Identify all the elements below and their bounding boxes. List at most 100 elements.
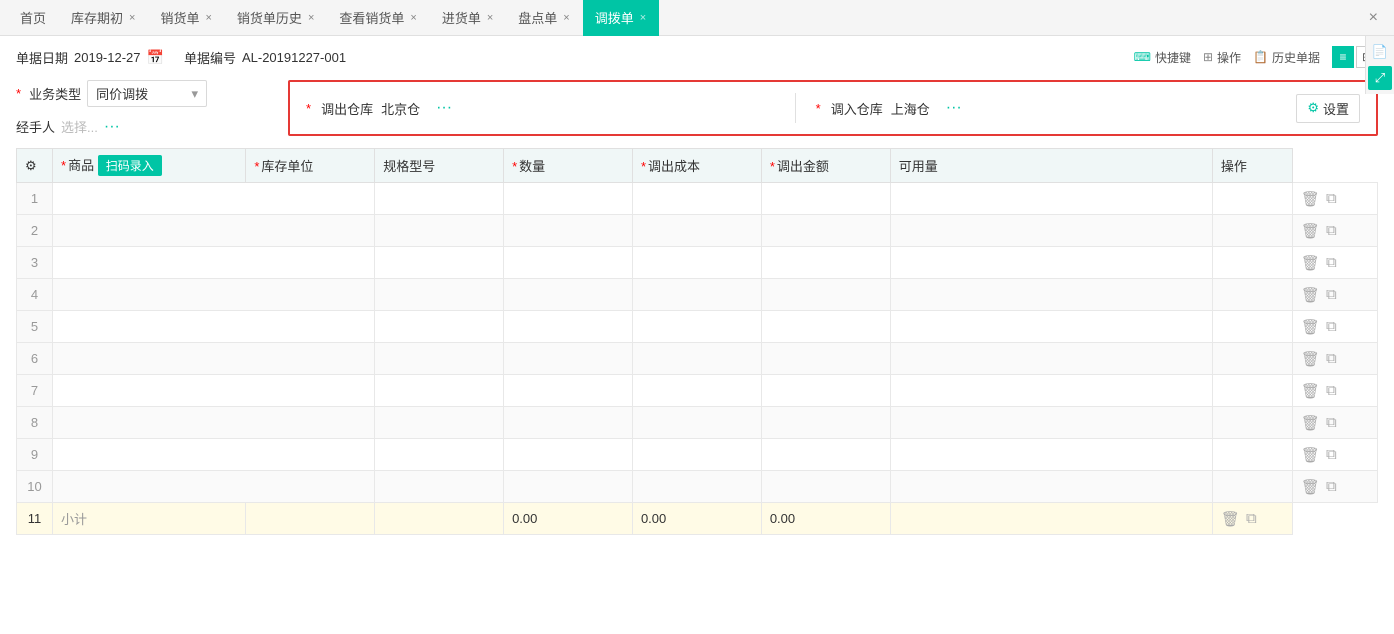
cell-product-9[interactable] xyxy=(53,439,375,471)
copy-icon-10[interactable]: ⧉ xyxy=(1326,478,1337,495)
tab-transfer-order[interactable]: 调拨单 × xyxy=(583,0,659,36)
scan-entry-button[interactable]: 扫码录入 xyxy=(98,155,162,176)
delete-icon-8[interactable]: 🗑 xyxy=(1301,414,1320,432)
tab-view-sales[interactable]: 查看销货单 × xyxy=(327,0,429,36)
copy-icon-11[interactable]: ⧉ xyxy=(1246,510,1257,527)
delete-icon-4[interactable]: 🗑 xyxy=(1301,286,1320,304)
cell-product-2[interactable] xyxy=(53,215,375,247)
cell-unit-4 xyxy=(375,279,504,311)
tab-close-sales-history[interactable]: × xyxy=(308,12,314,24)
delete-icon-7[interactable]: 🗑 xyxy=(1301,382,1320,400)
actions-button[interactable]: ⊞ 操作 xyxy=(1203,49,1241,66)
table-row: 10 🗑 ⧉ xyxy=(17,471,1378,503)
biz-type-row: * 业务类型 同价调拨 ▾ xyxy=(16,80,276,107)
cell-product-4[interactable] xyxy=(53,279,375,311)
cell-amount-10 xyxy=(890,471,1212,503)
table-row: 6 🗑 ⧉ xyxy=(17,343,1378,375)
tab-home[interactable]: 首页 xyxy=(8,0,59,36)
copy-icon-9[interactable]: ⧉ xyxy=(1326,446,1337,463)
th-unit: *库存单位 xyxy=(246,149,375,183)
wh-in-more-button[interactable]: ··· xyxy=(946,99,962,117)
delete-icon-9[interactable]: 🗑 xyxy=(1301,446,1320,464)
cell-ops-10: 🗑 ⧉ xyxy=(1292,471,1377,503)
cell-amount-6 xyxy=(890,343,1212,375)
copy-icon-5[interactable]: ⧉ xyxy=(1326,318,1337,335)
tab-close-transfer-order[interactable]: × xyxy=(640,12,646,24)
cell-available-3 xyxy=(1212,247,1292,279)
cell-qty-3 xyxy=(632,247,761,279)
cell-unit-9 xyxy=(375,439,504,471)
copy-icon-8[interactable]: ⧉ xyxy=(1326,414,1337,431)
delete-icon-3[interactable]: 🗑 xyxy=(1301,254,1320,272)
tab-close-purchase-order[interactable]: × xyxy=(487,12,493,24)
cell-qty-10 xyxy=(632,471,761,503)
layout-list-button[interactable]: ≡ xyxy=(1332,46,1354,68)
tab-close-inventory-check[interactable]: × xyxy=(563,12,569,24)
handler-input[interactable]: 选择... xyxy=(61,117,98,136)
cell-available-2 xyxy=(1212,215,1292,247)
ops-icon: ⊞ xyxy=(1203,50,1213,64)
cell-amount-9 xyxy=(890,439,1212,471)
shortcut-button[interactable]: ⌨ 快捷键 xyxy=(1134,49,1191,66)
biz-type-select[interactable]: 同价调拨 ▾ xyxy=(87,80,207,107)
row-num-1: 1 xyxy=(17,183,53,215)
calendar-icon[interactable]: 📅 xyxy=(147,49,164,66)
history-button[interactable]: 📋 历史单据 xyxy=(1253,49,1320,66)
cell-product-5[interactable] xyxy=(53,311,375,343)
copy-icon-7[interactable]: ⧉ xyxy=(1326,382,1337,399)
copy-icon-4[interactable]: ⧉ xyxy=(1326,286,1337,303)
delete-icon-5[interactable]: 🗑 xyxy=(1301,318,1320,336)
wh-in-label: 调入仓库 xyxy=(831,99,883,118)
cell-product-8[interactable] xyxy=(53,407,375,439)
cell-qty-7 xyxy=(632,375,761,407)
cell-product-7[interactable] xyxy=(53,375,375,407)
doc-number-label: 单据编号 xyxy=(184,48,236,67)
copy-icon-3[interactable]: ⧉ xyxy=(1326,254,1337,271)
tab-sales-order[interactable]: 销货单 × xyxy=(148,0,224,36)
cell-product-1[interactable] xyxy=(53,183,375,215)
cell-unit-3 xyxy=(375,247,504,279)
tab-close-sales-order[interactable]: × xyxy=(205,12,211,24)
cell-unit-1 xyxy=(375,183,504,215)
cell-qty-5 xyxy=(632,311,761,343)
tab-inventory-init[interactable]: 库存期初 × xyxy=(59,0,148,36)
row-num-6: 6 xyxy=(17,343,53,375)
delete-icon-1[interactable]: 🗑 xyxy=(1301,190,1320,208)
cell-product-6[interactable] xyxy=(53,343,375,375)
settings-button[interactable]: ⚙ 设置 xyxy=(1296,94,1360,123)
wh-out-more-button[interactable]: ··· xyxy=(436,99,452,117)
close-all-button[interactable]: × xyxy=(1361,9,1386,27)
cell-available-5 xyxy=(1212,311,1292,343)
table-row: 7 🗑 ⧉ xyxy=(17,375,1378,407)
cell-unit-8 xyxy=(375,407,504,439)
cell-product-3[interactable] xyxy=(53,247,375,279)
side-panel-expand-button[interactable]: ⤢ xyxy=(1368,66,1392,90)
wh-out-value: 北京仓 xyxy=(381,99,420,118)
handler-more-button[interactable]: ··· xyxy=(104,118,120,136)
delete-icon-2[interactable]: 🗑 xyxy=(1301,222,1320,240)
copy-icon-1[interactable]: ⧉ xyxy=(1326,190,1337,207)
tab-purchase-order[interactable]: 进货单 × xyxy=(430,0,506,36)
delete-icon-11[interactable]: 🗑 xyxy=(1221,510,1240,528)
th-gear[interactable]: ⚙ xyxy=(17,149,53,183)
copy-icon-2[interactable]: ⧉ xyxy=(1326,222,1337,239)
tab-close-view-sales[interactable]: × xyxy=(410,12,416,24)
shortcut-icon: ⌨ xyxy=(1134,50,1151,64)
cell-amount-4 xyxy=(890,279,1212,311)
cell-product-11[interactable]: 小计 xyxy=(53,503,246,535)
cell-available-7 xyxy=(1212,375,1292,407)
wh-in-required: * xyxy=(816,101,821,116)
side-panel-doc-button[interactable]: 📄 xyxy=(1368,40,1392,64)
cell-product-10[interactable] xyxy=(53,471,375,503)
tab-sales-history[interactable]: 销货单历史 × xyxy=(225,0,327,36)
delete-icon-6[interactable]: 🗑 xyxy=(1301,350,1320,368)
copy-icon-6[interactable]: ⧉ xyxy=(1326,350,1337,367)
tab-bar: 首页 库存期初 × 销货单 × 销货单历史 × 查看销货单 × 进货单 × 盘点… xyxy=(0,0,1394,36)
tab-inventory-check[interactable]: 盘点单 × xyxy=(506,0,582,36)
date-field: 单据日期 2019-12-27 📅 xyxy=(16,48,164,67)
tab-close-inventory-init[interactable]: × xyxy=(129,12,135,24)
doc-number-field: 单据编号 AL-20191227-001 xyxy=(184,48,346,67)
row-num-8: 8 xyxy=(17,407,53,439)
expand-icon: ⤢ xyxy=(1375,70,1385,86)
delete-icon-10[interactable]: 🗑 xyxy=(1301,478,1320,496)
